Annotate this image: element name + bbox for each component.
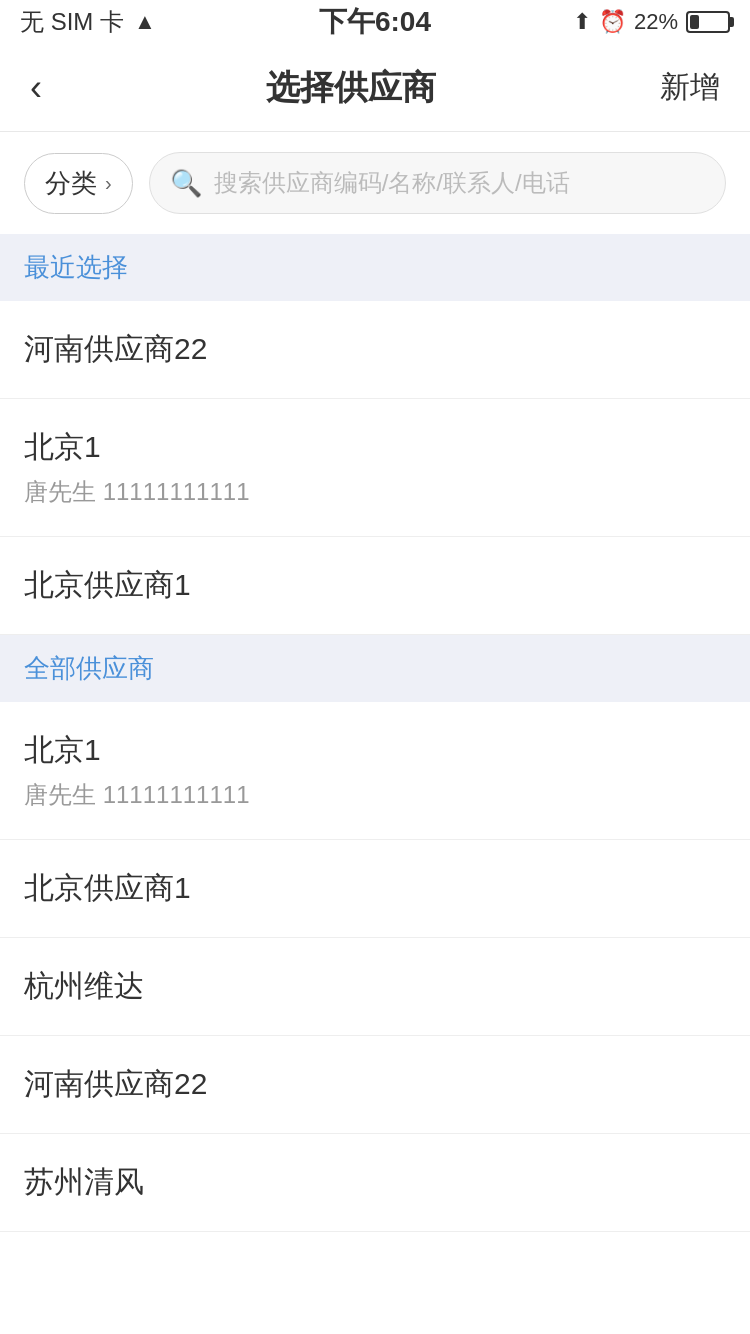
back-button[interactable]: ‹	[30, 67, 42, 109]
item-name: 北京供应商1	[24, 565, 726, 606]
all-items-list: 北京1 唐先生 11111111111 北京供应商1 杭州维达 河南供应商22 …	[0, 702, 750, 1232]
item-name: 杭州维达	[24, 966, 726, 1007]
item-name: 河南供应商22	[24, 1064, 726, 1105]
list-item[interactable]: 北京1 唐先生 11111111111	[0, 702, 750, 840]
status-time: 下午6:04	[319, 3, 431, 41]
battery-icon	[686, 11, 730, 33]
add-button[interactable]: 新增	[660, 67, 720, 108]
sim-label: 无 SIM 卡	[20, 6, 124, 38]
item-name: 苏州清风	[24, 1162, 726, 1203]
list-item[interactable]: 北京供应商1	[0, 840, 750, 938]
battery-percent: 22%	[634, 9, 678, 35]
all-section-header: 全部供应商	[0, 635, 750, 702]
list-item[interactable]: 北京1 唐先生 11111111111	[0, 399, 750, 537]
item-name: 北京1	[24, 427, 726, 468]
recent-section-header: 最近选择	[0, 234, 750, 301]
status-bar: 无 SIM 卡 ▲ 下午6:04 ⬆ ⏰ 22%	[0, 0, 750, 44]
chevron-right-icon: ›	[105, 172, 112, 195]
search-area: 分类 › 🔍 搜索供应商编码/名称/联系人/电话	[0, 132, 750, 234]
list-item[interactable]: 河南供应商22	[0, 1036, 750, 1134]
list-item[interactable]: 北京供应商1	[0, 537, 750, 635]
recent-section-label: 最近选择	[24, 252, 128, 282]
status-left: 无 SIM 卡 ▲	[20, 6, 156, 38]
item-name: 河南供应商22	[24, 329, 726, 370]
list-item[interactable]: 杭州维达	[0, 938, 750, 1036]
category-label: 分类	[45, 166, 97, 201]
item-sub: 唐先生 11111111111	[24, 476, 726, 508]
all-section-label: 全部供应商	[24, 653, 154, 683]
list-item[interactable]: 苏州清风	[0, 1134, 750, 1232]
location-icon: ⬆	[573, 9, 591, 35]
nav-bar: ‹ 选择供应商 新增	[0, 44, 750, 132]
page-title: 选择供应商	[266, 65, 436, 111]
item-name: 北京1	[24, 730, 726, 771]
search-input-wrapper[interactable]: 🔍 搜索供应商编码/名称/联系人/电话	[149, 152, 726, 214]
item-name: 北京供应商1	[24, 868, 726, 909]
item-sub: 唐先生 11111111111	[24, 779, 726, 811]
search-icon: 🔍	[170, 168, 202, 199]
recent-items-list: 河南供应商22 北京1 唐先生 11111111111 北京供应商1	[0, 301, 750, 635]
list-item[interactable]: 河南供应商22	[0, 301, 750, 399]
search-input[interactable]: 搜索供应商编码/名称/联系人/电话	[214, 167, 570, 199]
wifi-icon: ▲	[134, 9, 156, 35]
status-right: ⬆ ⏰ 22%	[573, 9, 730, 35]
category-button[interactable]: 分类 ›	[24, 153, 133, 214]
alarm-icon: ⏰	[599, 9, 626, 35]
